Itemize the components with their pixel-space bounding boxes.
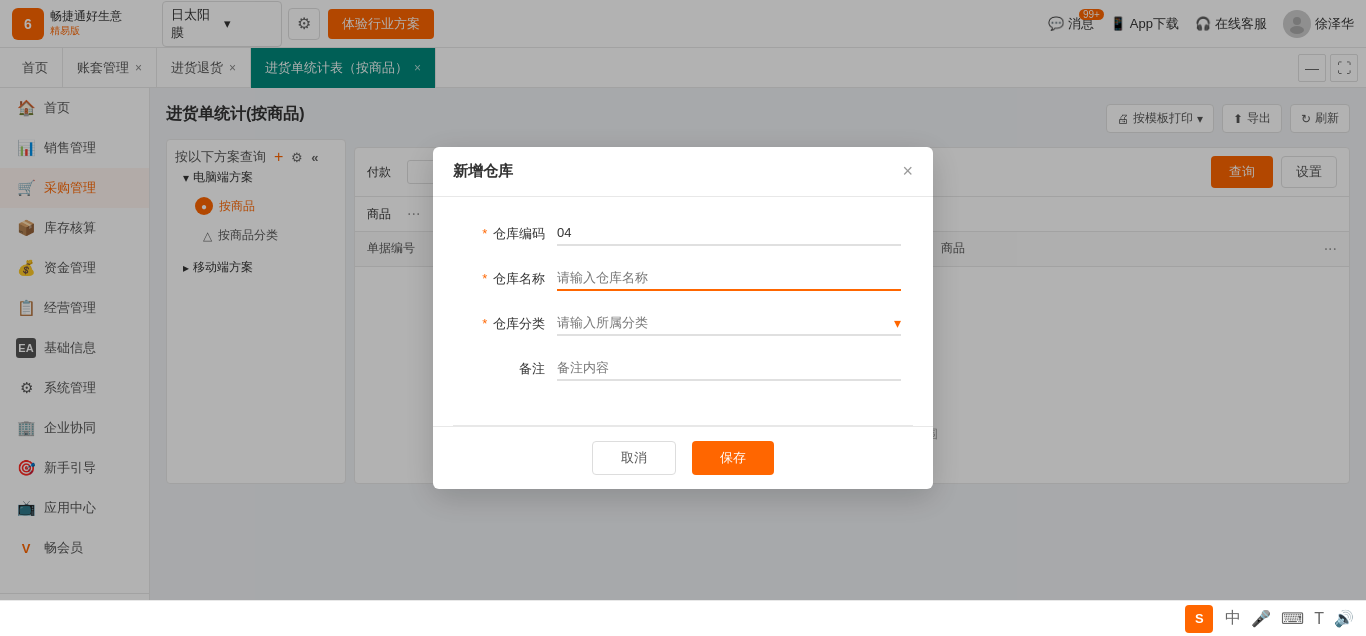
note-input[interactable] [557,356,901,381]
category-select-wrapper: ▾ [557,311,901,336]
new-warehouse-modal: 新增仓库 × * 仓库编码 * 仓库名称 [433,147,933,489]
volume-bottom-icon[interactable]: 🔊 [1334,609,1354,628]
modal-body: * 仓库编码 * 仓库名称 * 仓库分类 [433,197,933,425]
modal-overlay: 新增仓库 × * 仓库编码 * 仓库名称 [0,0,1366,636]
form-row-note: 备注 [465,356,901,381]
required-star-category: * [482,316,487,331]
required-star-code: * [482,226,487,241]
category-input[interactable] [557,311,894,334]
required-star-name: * [482,271,487,286]
modal-title: 新增仓库 [453,162,513,181]
code-input[interactable] [557,221,901,246]
cancel-button[interactable]: 取消 [592,441,676,475]
form-row-code: * 仓库编码 [465,221,901,246]
modal-close-button[interactable]: × [902,161,913,182]
note-label: 备注 [465,360,545,378]
code-label: * 仓库编码 [465,225,545,243]
chevron-down-icon[interactable]: ▾ [894,315,901,331]
form-row-category: * 仓库分类 ▾ [465,311,901,336]
save-button[interactable]: 保存 [692,441,774,475]
keyboard-icon[interactable]: ⌨ [1281,609,1304,628]
microphone-icon[interactable]: 🎤 [1251,609,1271,628]
translate-icon[interactable]: T [1314,610,1324,628]
modal-header: 新增仓库 × [433,147,933,197]
bottom-icons: 中 🎤 ⌨ T 🔊 [1225,608,1354,629]
bottom-bar: S 中 🎤 ⌨ T 🔊 [0,600,1366,636]
name-label: * 仓库名称 [465,270,545,288]
bottom-logo: S [1185,605,1213,633]
name-input[interactable] [557,266,901,291]
modal-footer: 取消 保存 [433,426,933,489]
category-label: * 仓库分类 [465,315,545,333]
chinese-input-icon[interactable]: 中 [1225,608,1241,629]
form-row-name: * 仓库名称 [465,266,901,291]
